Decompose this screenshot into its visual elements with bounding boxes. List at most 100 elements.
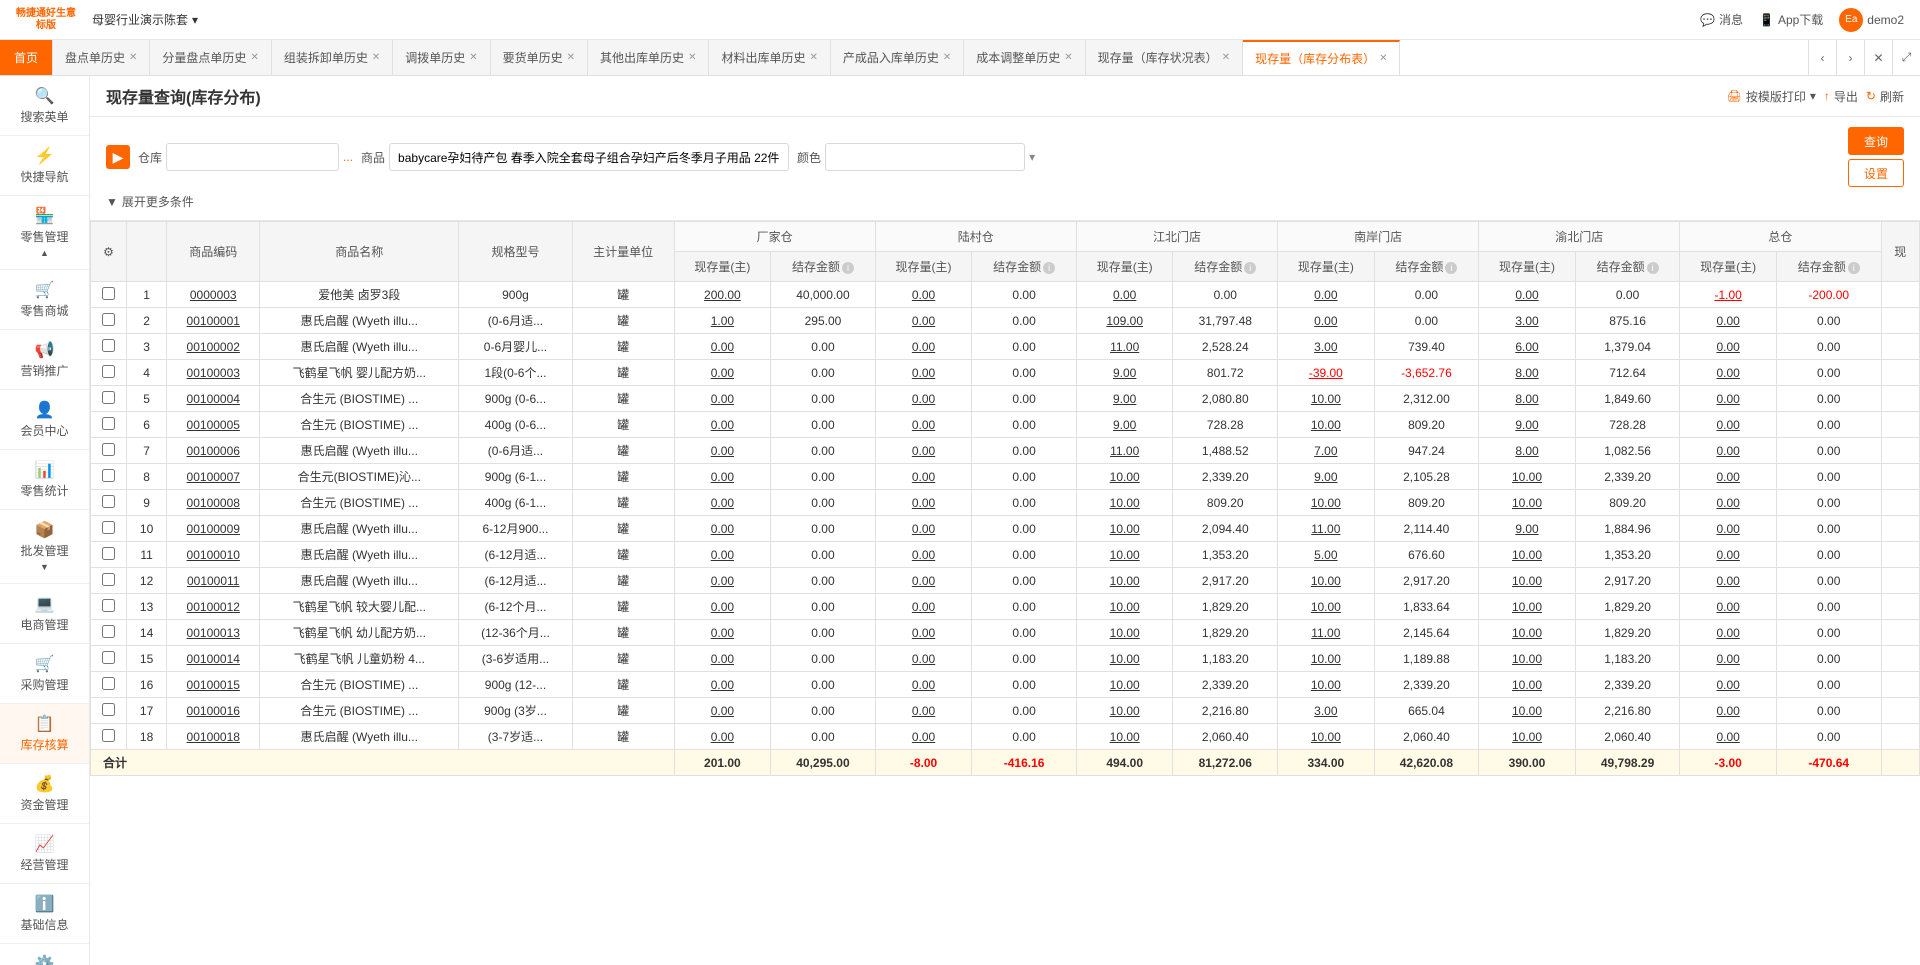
tab-next-btn[interactable]: › (1836, 40, 1864, 76)
tab-other-out[interactable]: 其他出库单历史 ✕ (588, 40, 709, 76)
row-c5-qty[interactable]: 10.00 (1479, 620, 1576, 646)
tab-home[interactable]: 首页 (0, 40, 53, 76)
row-c5-qty[interactable]: 8.00 (1479, 360, 1576, 386)
row-checkbox[interactable] (91, 282, 127, 308)
factory-amt-info[interactable]: i (842, 262, 854, 274)
row-checkbox[interactable] (91, 412, 127, 438)
row-c3-qty[interactable]: 10.00 (1076, 516, 1173, 542)
search-expand-arrow[interactable]: ▶ (106, 145, 130, 169)
row-code[interactable]: 00100018 (167, 724, 260, 750)
row-c3-qty[interactable]: 10.00 (1076, 672, 1173, 698)
row-c3-qty[interactable]: 10.00 (1076, 698, 1173, 724)
row-c5-qty[interactable]: 10.00 (1479, 646, 1576, 672)
sidebar-item-retail-manage[interactable]: 🏪 零售管理 ▲ (0, 196, 89, 270)
row-c4-qty[interactable]: 11.00 (1278, 620, 1375, 646)
tab-close-assembly[interactable]: ✕ (372, 52, 380, 63)
tab-transfer[interactable]: 调拨单历史 ✕ (393, 40, 490, 76)
nanan-amt-info[interactable]: i (1445, 262, 1457, 274)
tab-assembly[interactable]: 组装拆卸单历史 ✕ (272, 40, 393, 76)
row-c2-qty[interactable]: 0.00 (875, 542, 972, 568)
row-c2-qty[interactable]: 0.00 (875, 724, 972, 750)
row-c3-qty[interactable]: 9.00 (1076, 386, 1173, 412)
tab-close-material-out[interactable]: ✕ (809, 52, 817, 63)
row-tot-qty[interactable]: 0.00 (1680, 594, 1777, 620)
sidebar-item-quicknav[interactable]: ⚡ 快捷导航 (0, 136, 89, 196)
tab-demand[interactable]: 要货单历史 ✕ (491, 40, 588, 76)
row-tot-qty[interactable]: -1.00 (1680, 282, 1777, 308)
row-c5-qty[interactable]: 10.00 (1479, 464, 1576, 490)
tab-material-out[interactable]: 材料出库单历史 ✕ (709, 40, 830, 76)
row-c2-qty[interactable]: 0.00 (875, 360, 972, 386)
app-download-btn[interactable]: 📱 App下载 (1759, 11, 1823, 28)
row-tot-qty[interactable]: 0.00 (1680, 464, 1777, 490)
row-code[interactable]: 0000003 (167, 282, 260, 308)
sidebar-item-ecommerce[interactable]: 💻 电商管理 (0, 584, 89, 644)
row-checkbox[interactable] (91, 672, 127, 698)
row-tot-qty[interactable]: 0.00 (1680, 568, 1777, 594)
user-area[interactable]: Ea demo2 (1839, 8, 1904, 32)
row-c2-qty[interactable]: 0.00 (875, 594, 972, 620)
row-c1-qty[interactable]: 0.00 (674, 724, 771, 750)
jiangbei-amt-info[interactable]: i (1244, 262, 1256, 274)
row-checkbox[interactable] (91, 464, 127, 490)
row-tot-qty[interactable]: 0.00 (1680, 490, 1777, 516)
row-c4-qty[interactable]: 10.00 (1278, 594, 1375, 620)
row-c5-qty[interactable]: 10.00 (1479, 594, 1576, 620)
row-checkbox[interactable] (91, 308, 127, 334)
row-c2-qty[interactable]: 0.00 (875, 438, 972, 464)
row-c3-qty[interactable]: 10.00 (1076, 464, 1173, 490)
row-c3-qty[interactable]: 10.00 (1076, 542, 1173, 568)
row-checkbox[interactable] (91, 360, 127, 386)
sidebar-item-purchase[interactable]: 🛒 采购管理 (0, 644, 89, 704)
row-c2-qty[interactable]: 0.00 (875, 672, 972, 698)
tab-prev-btn[interactable]: ‹ (1808, 40, 1836, 76)
row-c1-qty[interactable]: 0.00 (674, 360, 771, 386)
tab-product-in[interactable]: 产成品入库单历史 ✕ (831, 40, 964, 76)
row-checkbox[interactable] (91, 646, 127, 672)
sidebar-item-wholesale[interactable]: 📦 批发管理 ▼ (0, 510, 89, 584)
row-c4-qty[interactable]: 0.00 (1278, 282, 1375, 308)
row-code[interactable]: 00100003 (167, 360, 260, 386)
row-c2-qty[interactable]: 0.00 (875, 334, 972, 360)
row-c4-qty[interactable]: 3.00 (1278, 698, 1375, 724)
tab-close-demand[interactable]: ✕ (567, 52, 575, 63)
tab-inventory-count[interactable]: 盘点单历史 ✕ (53, 40, 150, 76)
th-settings[interactable]: ⚙ (91, 222, 127, 282)
row-c5-qty[interactable]: 10.00 (1479, 672, 1576, 698)
row-code[interactable]: 00100005 (167, 412, 260, 438)
row-c2-qty[interactable]: 0.00 (875, 490, 972, 516)
row-tot-qty[interactable]: 0.00 (1680, 516, 1777, 542)
row-c5-qty[interactable]: 10.00 (1479, 490, 1576, 516)
sidebar-item-retail-stats[interactable]: 📊 零售统计 (0, 450, 89, 510)
row-c5-qty[interactable]: 3.00 (1479, 308, 1576, 334)
yubei-amt-info[interactable]: i (1647, 262, 1659, 274)
row-c1-qty[interactable]: 0.00 (674, 646, 771, 672)
tab-expand-btn[interactable]: ⤢ (1892, 40, 1920, 76)
row-tot-qty[interactable]: 0.00 (1680, 672, 1777, 698)
row-c3-qty[interactable]: 9.00 (1076, 360, 1173, 386)
row-tot-qty[interactable]: 0.00 (1680, 438, 1777, 464)
query-button[interactable]: 查询 (1848, 127, 1904, 155)
tab-close-transfer[interactable]: ✕ (469, 52, 477, 63)
row-c5-qty[interactable]: 10.00 (1479, 698, 1576, 724)
row-c3-qty[interactable]: 109.00 (1076, 308, 1173, 334)
row-c3-qty[interactable]: 10.00 (1076, 594, 1173, 620)
color-input[interactable] (825, 143, 1025, 171)
row-c1-qty[interactable]: 0.00 (674, 438, 771, 464)
row-c3-qty[interactable]: 10.00 (1076, 568, 1173, 594)
tab-close-stock-dist[interactable]: ✕ (1379, 53, 1387, 64)
row-checkbox[interactable] (91, 724, 127, 750)
row-tot-qty[interactable]: 0.00 (1680, 386, 1777, 412)
row-c5-qty[interactable]: 10.00 (1479, 724, 1576, 750)
tab-close-all-btn[interactable]: ✕ (1864, 40, 1892, 76)
warehouse-input[interactable] (166, 143, 339, 171)
row-tot-qty[interactable]: 0.00 (1680, 308, 1777, 334)
tab-stock-status[interactable]: 现存量（库存状况表） ✕ (1086, 40, 1243, 76)
tab-close-product-in[interactable]: ✕ (943, 52, 951, 63)
row-c4-qty[interactable]: 5.00 (1278, 542, 1375, 568)
row-c3-qty[interactable]: 10.00 (1076, 646, 1173, 672)
row-checkbox[interactable] (91, 334, 127, 360)
column-settings-icon[interactable]: ⚙ (103, 245, 114, 259)
row-code[interactable]: 00100004 (167, 386, 260, 412)
row-c3-qty[interactable]: 10.00 (1076, 724, 1173, 750)
